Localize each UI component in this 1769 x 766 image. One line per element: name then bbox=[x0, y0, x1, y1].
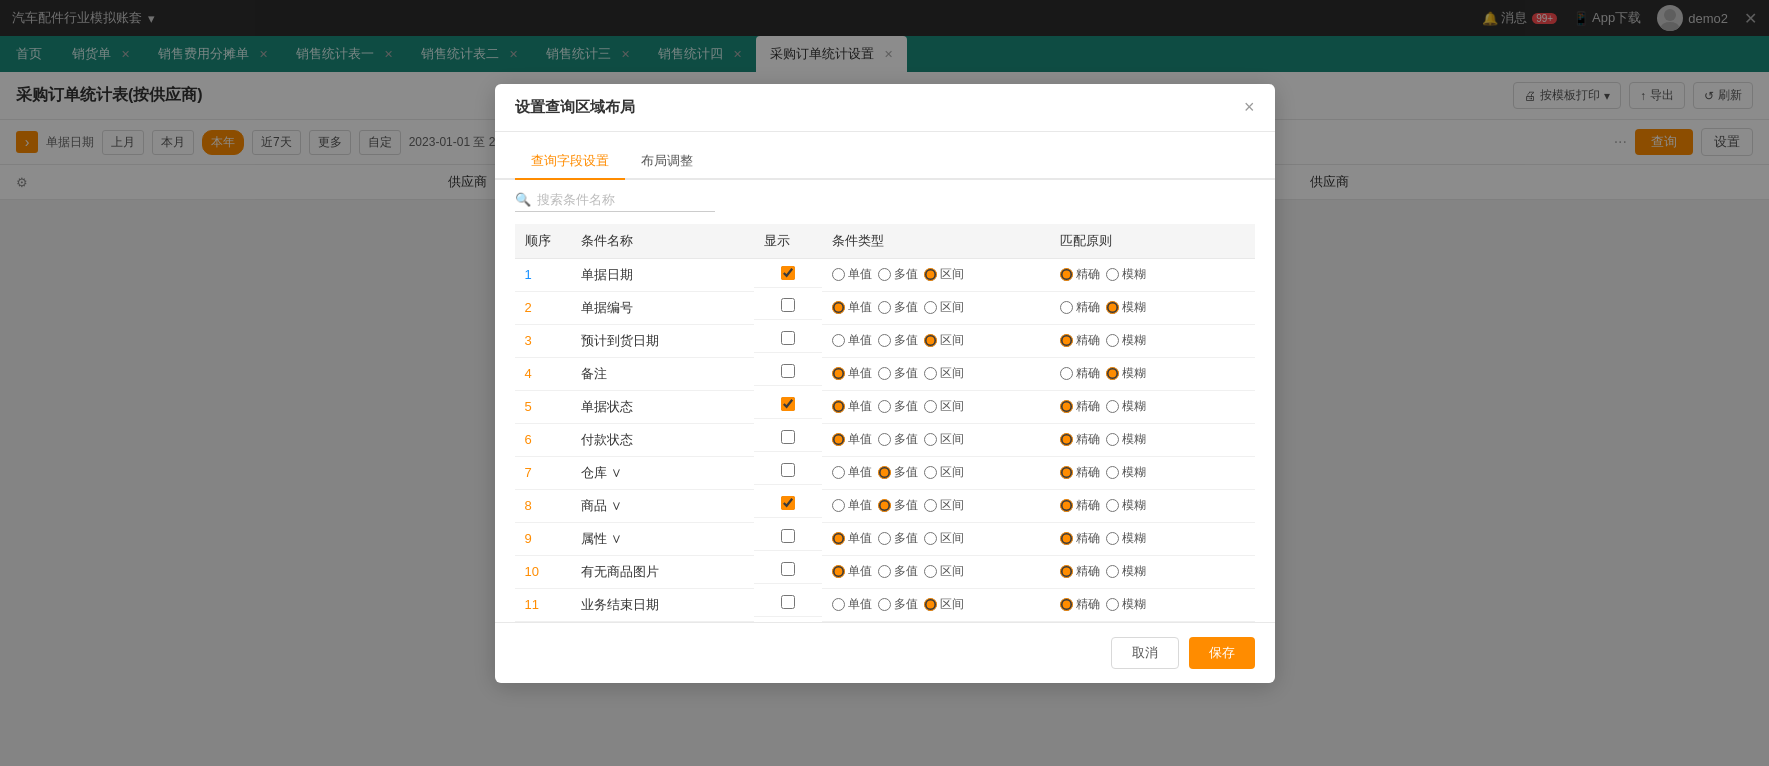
settings-dialog: 设置查询区域布局 × 查询字段设置 布局调整 🔍 顺序 bbox=[495, 84, 1275, 201]
search-icon: 🔍 bbox=[515, 192, 531, 201]
search-input[interactable] bbox=[537, 192, 697, 201]
dialog-header: 设置查询区域布局 × bbox=[495, 84, 1275, 132]
dialog-close-button[interactable]: × bbox=[1244, 98, 1255, 116]
dialog-title: 设置查询区域布局 bbox=[515, 98, 635, 117]
dialog-search: 🔍 bbox=[495, 180, 1275, 201]
dialog-tabs: 查询字段设置 布局调整 bbox=[495, 132, 1275, 180]
dialog-overlay: 设置查询区域布局 × 查询字段设置 布局调整 🔍 顺序 bbox=[0, 0, 1769, 200]
search-wrap: 🔍 bbox=[515, 192, 715, 201]
tab-query-fields[interactable]: 查询字段设置 bbox=[515, 144, 625, 180]
tab-layout-adjust[interactable]: 布局调整 bbox=[625, 144, 709, 180]
